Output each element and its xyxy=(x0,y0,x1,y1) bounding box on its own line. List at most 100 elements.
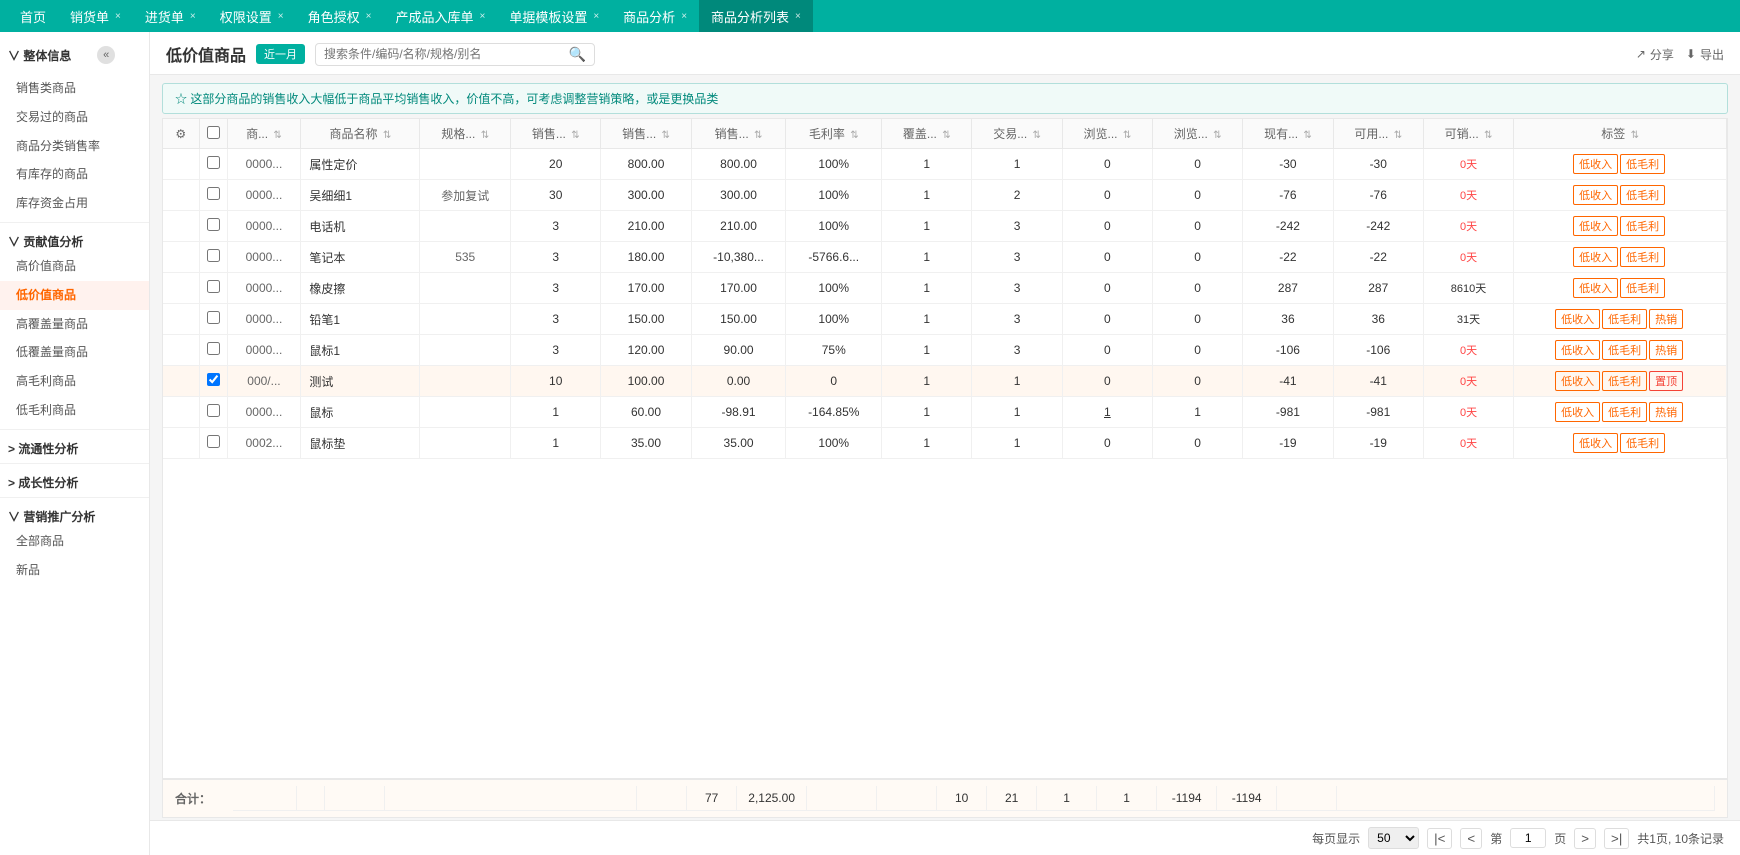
sidebar-item-high-value[interactable]: 高价值商品 xyxy=(0,252,149,281)
row-name: 鼠标垫 xyxy=(301,428,420,459)
data-table-container[interactable]: ⚙ 商... ⇅ 商品名称 ⇅ 规格... ⇅ 销售... ⇅ 销售... ⇅ … xyxy=(162,118,1728,779)
sidebar-divider4 xyxy=(0,497,149,498)
prev-page-button[interactable]: < xyxy=(1460,828,1482,849)
sidebar-item-low-coverage[interactable]: 低覆盖量商品 xyxy=(0,338,149,367)
close-icon[interactable]: × xyxy=(479,11,485,22)
nav-product-analysis-list[interactable]: 商品分析列表 × xyxy=(699,0,813,32)
share-button[interactable]: ↗ 分享 xyxy=(1636,46,1674,63)
sidebar-item-in-stock[interactable]: 有库存的商品 xyxy=(0,160,149,189)
page-label: 第 xyxy=(1490,830,1502,847)
sales-qty-col-header[interactable]: 销售... ⇅ xyxy=(511,119,601,149)
view2-col-header[interactable]: 浏览... ⇅ xyxy=(1153,119,1243,149)
close-icon[interactable]: × xyxy=(681,11,687,22)
close-icon[interactable]: × xyxy=(366,11,372,22)
row-checkbox[interactable] xyxy=(207,187,220,200)
nav-template-settings[interactable]: 单据模板设置 × xyxy=(497,0,611,32)
last-page-button[interactable]: >| xyxy=(1604,828,1629,849)
page-number-input[interactable] xyxy=(1510,828,1546,848)
trade-col-header[interactable]: 交易... ⇅ xyxy=(972,119,1062,149)
nav-home[interactable]: 首页 xyxy=(8,0,58,32)
sidebar-collapse-button[interactable]: « xyxy=(97,46,115,64)
row-coverage: 1 xyxy=(882,149,972,180)
available-col-header[interactable]: 可用... ⇅ xyxy=(1333,119,1423,149)
row-available: 287 xyxy=(1333,273,1423,304)
row-checkbox[interactable] xyxy=(207,218,220,231)
spec-col-header[interactable]: 规格... ⇅ xyxy=(420,119,511,149)
row-trade: 3 xyxy=(972,273,1062,304)
row-coverage: 1 xyxy=(882,397,972,428)
first-page-button[interactable]: |< xyxy=(1427,828,1452,849)
nav-role-auth[interactable]: 角色授权 × xyxy=(296,0,384,32)
checkbox-col-header[interactable] xyxy=(199,119,227,149)
code-col-header[interactable]: 商... ⇅ xyxy=(227,119,301,149)
row-checkbox-cell xyxy=(199,397,227,428)
row-checkbox[interactable] xyxy=(207,156,220,169)
close-icon[interactable]: × xyxy=(190,11,196,22)
row-saleable: 8610天 xyxy=(1423,273,1513,304)
nav-purchase-order[interactable]: 进货单 × xyxy=(133,0,208,32)
period-badge[interactable]: 近一月 xyxy=(256,44,305,64)
row-saleable: 0天 xyxy=(1423,242,1513,273)
row-spec xyxy=(420,211,511,242)
nav-product-inbound[interactable]: 产成品入库单 × xyxy=(383,0,497,32)
close-icon[interactable]: × xyxy=(115,11,121,22)
coverage-col-header[interactable]: 覆盖... ⇅ xyxy=(882,119,972,149)
row-checkbox[interactable] xyxy=(207,435,220,448)
row-saleable: 0天 xyxy=(1423,366,1513,397)
row-saleable: 0天 xyxy=(1423,397,1513,428)
row-gross-rate: 100% xyxy=(786,211,882,242)
sidebar-item-new-products[interactable]: 新品 xyxy=(0,556,149,585)
view1-value: 0 xyxy=(1104,157,1111,171)
per-page-select[interactable]: 50 20 100 xyxy=(1368,827,1419,849)
sidebar-item-low-margin[interactable]: 低毛利商品 xyxy=(0,396,149,425)
sidebar-item-category-sales-rate[interactable]: 商品分类销售率 xyxy=(0,132,149,161)
name-col-header[interactable]: 商品名称 ⇅ xyxy=(301,119,420,149)
search-input[interactable] xyxy=(324,47,565,61)
row-sales-qty: 1 xyxy=(511,428,601,459)
sidebar-item-high-margin[interactable]: 高毛利商品 xyxy=(0,367,149,396)
row-spec xyxy=(420,428,511,459)
row-view1: 0 xyxy=(1062,335,1152,366)
close-icon[interactable]: × xyxy=(593,11,599,22)
saleable-col-header[interactable]: 可销... ⇅ xyxy=(1423,119,1513,149)
close-icon[interactable]: × xyxy=(795,11,801,22)
export-button[interactable]: ⬇ 导出 xyxy=(1686,46,1724,63)
nav-sales-order[interactable]: 销货单 × xyxy=(58,0,133,32)
sidebar-item-sales-products[interactable]: 销售类商品 xyxy=(0,74,149,103)
tag-hot: 热销 xyxy=(1649,309,1683,329)
sales-amount-col-header[interactable]: 销售... ⇅ xyxy=(601,119,691,149)
row-checkbox[interactable] xyxy=(207,373,220,386)
view1-col-header[interactable]: 浏览... ⇅ xyxy=(1062,119,1152,149)
sidebar-group-circulation[interactable]: > 流通性分析 xyxy=(0,434,149,459)
row-code: 0000... xyxy=(227,242,301,273)
sidebar-item-traded-products[interactable]: 交易过的商品 xyxy=(0,103,149,132)
view1-link[interactable]: 1 xyxy=(1104,405,1111,419)
sidebar-item-high-coverage[interactable]: 高覆盖量商品 xyxy=(0,310,149,339)
tag-label: 低毛利 xyxy=(1602,402,1647,422)
current-col-header[interactable]: 现有... ⇅ xyxy=(1243,119,1333,149)
select-all-checkbox[interactable] xyxy=(207,126,220,139)
close-icon[interactable]: × xyxy=(278,11,284,22)
row-checkbox[interactable] xyxy=(207,342,220,355)
tags-col-header[interactable]: 标签 ⇅ xyxy=(1514,119,1727,149)
gross-rate-col-header[interactable]: 毛利率 ⇅ xyxy=(786,119,882,149)
sidebar-item-low-value[interactable]: 低价值商品 xyxy=(0,281,149,310)
sidebar-item-stock-capital[interactable]: 库存资金占用 xyxy=(0,189,149,218)
row-name: 橡皮擦 xyxy=(301,273,420,304)
sales-cost-col-header[interactable]: 销售... ⇅ xyxy=(691,119,786,149)
sidebar-item-all-products[interactable]: 全部商品 xyxy=(0,527,149,556)
row-checkbox[interactable] xyxy=(207,249,220,262)
row-trade: 1 xyxy=(972,366,1062,397)
row-checkbox[interactable] xyxy=(207,311,220,324)
row-available: -242 xyxy=(1333,211,1423,242)
search-icon[interactable]: 🔍 xyxy=(569,46,586,63)
sidebar-group-growth[interactable]: > 成长性分析 xyxy=(0,468,149,493)
row-view2: 0 xyxy=(1153,180,1243,211)
nav-product-analysis[interactable]: 商品分析 × xyxy=(611,0,699,32)
next-page-button[interactable]: > xyxy=(1574,828,1596,849)
row-checkbox[interactable] xyxy=(207,280,220,293)
row-checkbox[interactable] xyxy=(207,404,220,417)
settings-col-header[interactable]: ⚙ xyxy=(163,119,199,149)
row-tags: 低收入低毛利 xyxy=(1514,273,1727,304)
nav-permission-settings[interactable]: 权限设置 × xyxy=(208,0,296,32)
